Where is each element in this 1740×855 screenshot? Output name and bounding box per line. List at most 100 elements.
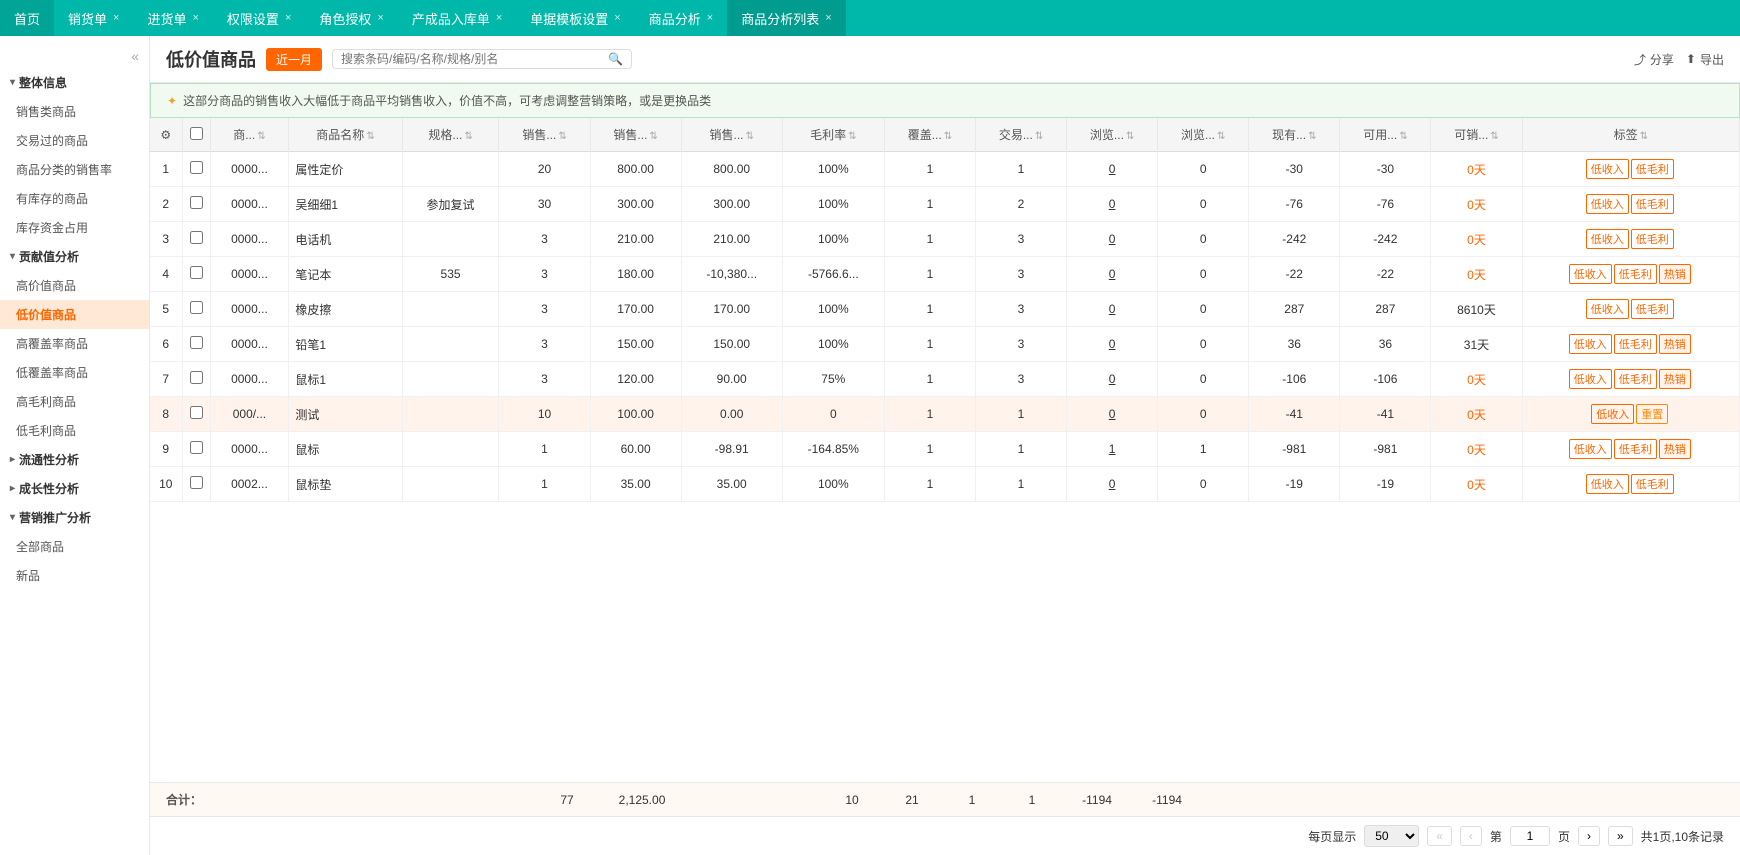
cell-checkbox[interactable] — [182, 257, 210, 292]
sidebar-item-high-coverage[interactable]: 高覆盖率商品 — [0, 329, 149, 358]
row-checkbox[interactable] — [190, 476, 203, 489]
col-coverage[interactable]: 覆盖...⇅ — [884, 118, 975, 152]
nav-product-storage-close[interactable]: × — [496, 12, 502, 24]
nav-product-storage[interactable]: 产成品入库单 × — [398, 0, 516, 36]
browse1-link[interactable]: 1 — [1109, 442, 1116, 456]
col-margin[interactable]: 毛利率⇅ — [782, 118, 884, 152]
row-checkbox[interactable] — [190, 231, 203, 244]
row-checkbox[interactable] — [190, 196, 203, 209]
col-browse1[interactable]: 浏览...⇅ — [1067, 118, 1158, 152]
cell-checkbox[interactable] — [182, 432, 210, 467]
nav-purchase-order[interactable]: 进货单 × — [133, 0, 212, 36]
cell-browse1[interactable]: 0 — [1067, 397, 1158, 432]
nav-purchase-order-close[interactable]: × — [192, 12, 198, 24]
search-input[interactable] — [341, 52, 604, 66]
sidebar-item-high-margin[interactable]: 高毛利商品 — [0, 387, 149, 416]
col-amount[interactable]: 销售...⇅ — [681, 118, 782, 152]
cell-checkbox[interactable] — [182, 222, 210, 257]
sidebar-group-marketing[interactable]: ▾ 营销推广分析 — [0, 503, 149, 532]
sidebar-collapse-btn[interactable]: « — [131, 48, 139, 64]
next-page-btn[interactable]: › — [1578, 826, 1600, 846]
nav-permission-close[interactable]: × — [285, 12, 291, 24]
cell-browse1[interactable]: 0 — [1067, 467, 1158, 502]
cell-checkbox[interactable] — [182, 362, 210, 397]
sidebar-item-stock-goods[interactable]: 有库存的商品 — [0, 184, 149, 213]
sidebar-item-all-products[interactable]: 全部商品 — [0, 532, 149, 561]
cell-browse1[interactable]: 0 — [1067, 152, 1158, 187]
cell-checkbox[interactable] — [182, 397, 210, 432]
sidebar-group-circulation[interactable]: ▸ 流通性分析 — [0, 445, 149, 474]
row-checkbox[interactable] — [190, 441, 203, 454]
cell-browse1[interactable]: 0 — [1067, 257, 1158, 292]
per-page-select[interactable]: 50 100 200 — [1364, 825, 1419, 847]
sidebar-group-contribution[interactable]: ▾ 贡献值分析 — [0, 242, 149, 271]
first-page-btn[interactable]: « — [1427, 826, 1452, 846]
cell-checkbox[interactable] — [182, 467, 210, 502]
browse1-link[interactable]: 0 — [1109, 407, 1116, 421]
nav-product-analysis-list[interactable]: 商品分析列表 × — [727, 0, 845, 36]
last-page-btn[interactable]: » — [1608, 826, 1633, 846]
browse1-link[interactable]: 0 — [1109, 477, 1116, 491]
cell-browse1[interactable]: 0 — [1067, 362, 1158, 397]
row-checkbox[interactable] — [190, 371, 203, 384]
nav-role-auth[interactable]: 角色授权 × — [305, 0, 397, 36]
export-btn[interactable]: ⬆ 导出 — [1686, 51, 1724, 68]
nav-product-analysis-close[interactable]: × — [707, 12, 713, 24]
sidebar-group-overall[interactable]: ▾ 整体信息 — [0, 68, 149, 97]
row-checkbox[interactable] — [190, 161, 203, 174]
sidebar-item-new-products[interactable]: 新品 — [0, 561, 149, 590]
sidebar-group-growth[interactable]: ▸ 成长性分析 — [0, 474, 149, 503]
col-settings[interactable]: ⚙ — [150, 118, 182, 152]
nav-sales-order-close[interactable]: × — [113, 12, 119, 24]
row-checkbox[interactable] — [190, 406, 203, 419]
col-available[interactable]: 可用...⇅ — [1340, 118, 1431, 152]
row-checkbox[interactable] — [190, 266, 203, 279]
sidebar-item-traded-goods[interactable]: 交易过的商品 — [0, 126, 149, 155]
filter-recent-month-btn[interactable]: 近一月 — [266, 48, 322, 71]
sidebar-item-high-value[interactable]: 高价值商品 — [0, 271, 149, 300]
cell-checkbox[interactable] — [182, 187, 210, 222]
sidebar-item-inventory-capital[interactable]: 库存资金占用 — [0, 213, 149, 242]
sidebar-item-category-sales-rate[interactable]: 商品分类的销售率 — [0, 155, 149, 184]
col-qty[interactable]: 销售...⇅ — [499, 118, 590, 152]
select-all-checkbox[interactable] — [190, 127, 203, 140]
nav-product-analysis[interactable]: 商品分析 × — [635, 0, 727, 36]
cell-browse1[interactable]: 1 — [1067, 432, 1158, 467]
nav-template-settings-close[interactable]: × — [614, 12, 620, 24]
nav-role-auth-close[interactable]: × — [377, 12, 383, 24]
nav-product-analysis-list-close[interactable]: × — [825, 12, 831, 24]
prev-page-btn[interactable]: ‹ — [1460, 826, 1482, 846]
cell-checkbox[interactable] — [182, 152, 210, 187]
nav-permission[interactable]: 权限设置 × — [213, 0, 305, 36]
col-price[interactable]: 销售...⇅ — [590, 118, 681, 152]
col-trade[interactable]: 交易...⇅ — [975, 118, 1066, 152]
sidebar-item-low-value[interactable]: 低价值商品 — [0, 300, 149, 329]
cell-browse1[interactable]: 0 — [1067, 222, 1158, 257]
page-input[interactable] — [1510, 826, 1550, 846]
nav-sales-order[interactable]: 销货单 × — [54, 0, 133, 36]
share-btn[interactable]: ⤴ 分享 — [1634, 51, 1674, 68]
col-current[interactable]: 现有...⇅ — [1249, 118, 1340, 152]
col-browse2[interactable]: 浏览...⇅ — [1158, 118, 1249, 152]
cell-browse1[interactable]: 0 — [1067, 327, 1158, 362]
sidebar-item-low-coverage[interactable]: 低覆盖率商品 — [0, 358, 149, 387]
cell-browse1[interactable]: 0 — [1067, 187, 1158, 222]
col-select-all[interactable] — [182, 118, 210, 152]
browse1-link[interactable]: 0 — [1109, 232, 1116, 246]
col-spec[interactable]: 规格...⇅ — [402, 118, 499, 152]
cell-checkbox[interactable] — [182, 292, 210, 327]
browse1-link[interactable]: 0 — [1109, 302, 1116, 316]
row-checkbox[interactable] — [190, 336, 203, 349]
browse1-link[interactable]: 0 — [1109, 162, 1116, 176]
col-tags[interactable]: 标签⇅ — [1522, 118, 1739, 152]
col-code[interactable]: 商...⇅ — [210, 118, 289, 152]
browse1-link[interactable]: 0 — [1109, 372, 1116, 386]
sidebar-item-sales-goods[interactable]: 销售类商品 — [0, 97, 149, 126]
nav-template-settings[interactable]: 单据模板设置 × — [516, 0, 634, 36]
row-checkbox[interactable] — [190, 301, 203, 314]
browse1-link[interactable]: 0 — [1109, 197, 1116, 211]
cell-checkbox[interactable] — [182, 327, 210, 362]
sidebar-item-low-margin[interactable]: 低毛利商品 — [0, 416, 149, 445]
nav-home[interactable]: 首页 — [0, 0, 54, 36]
col-name[interactable]: 商品名称⇅ — [289, 118, 402, 152]
